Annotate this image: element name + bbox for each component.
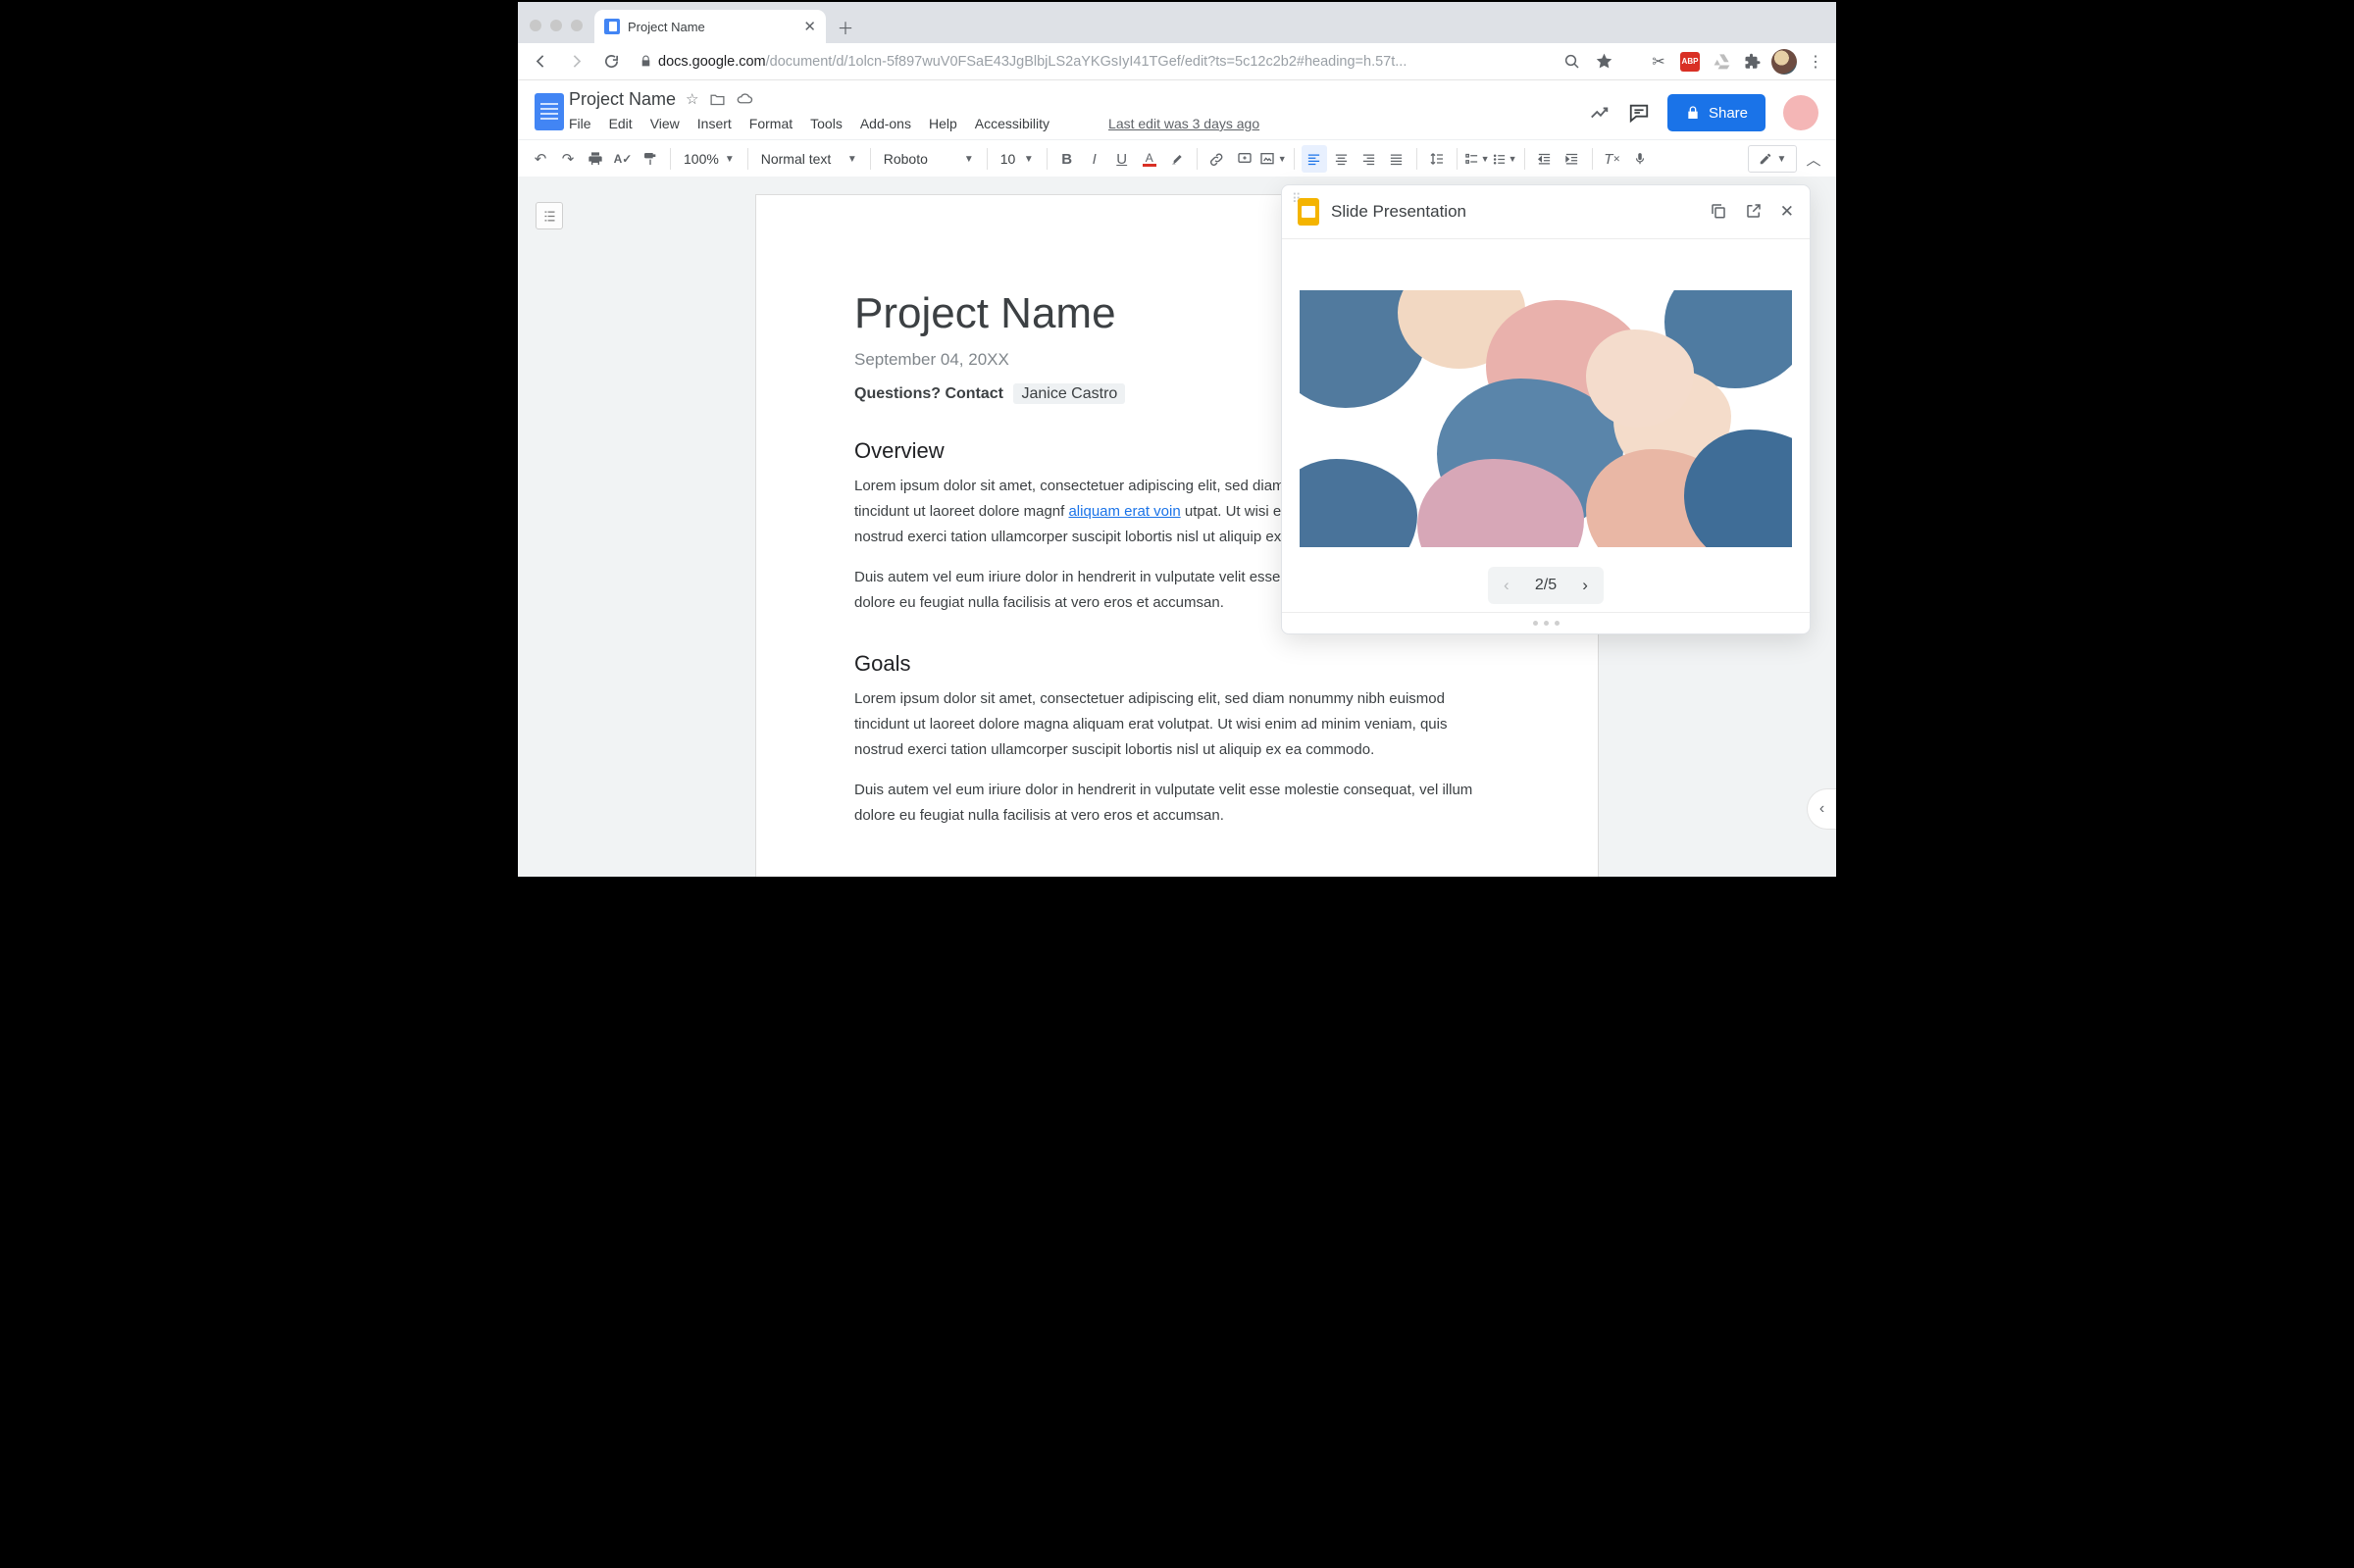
lock-icon [640, 55, 652, 68]
tab-title: Project Name [628, 20, 705, 34]
docs-logo-icon[interactable] [530, 86, 569, 137]
document-title[interactable]: Project Name [569, 89, 676, 110]
zoom-icon[interactable] [1560, 49, 1585, 75]
url-path: /document/d/1olcn-5f897wuV0FSaE43JgBlbjL… [766, 54, 1407, 70]
last-edit-link[interactable]: Last edit was 3 days ago [1108, 116, 1259, 131]
align-right-button[interactable] [1356, 145, 1382, 173]
show-outline-button[interactable] [536, 202, 563, 229]
goals-p2: Duis autem vel eum iriure dolor in hendr… [854, 778, 1500, 829]
collapse-toolbar-button[interactable]: ︿ [1801, 145, 1826, 173]
text-color-button[interactable]: A [1137, 145, 1162, 173]
back-button[interactable] [526, 47, 555, 76]
profile-avatar-icon[interactable] [1771, 49, 1797, 75]
align-left-button[interactable] [1302, 145, 1327, 173]
bookmark-star-icon[interactable] [1591, 49, 1616, 75]
url-field[interactable]: docs.google.com/document/d/1olcn-5f897wu… [632, 48, 1554, 76]
panel-title: Slide Presentation [1331, 202, 1466, 222]
align-center-button[interactable] [1329, 145, 1355, 173]
line-spacing-button[interactable] [1424, 145, 1450, 173]
expand-side-panel-button[interactable]: ‹ [1807, 788, 1836, 830]
abp-extension-icon[interactable]: ABP [1677, 49, 1703, 75]
extensions-puzzle-icon[interactable] [1740, 49, 1766, 75]
voice-typing-icon[interactable] [1627, 145, 1653, 173]
insert-image-button[interactable]: ▼ [1259, 145, 1287, 173]
share-button-label: Share [1709, 105, 1748, 122]
menu-view[interactable]: View [650, 116, 680, 131]
close-tab-icon[interactable]: ✕ [803, 18, 816, 35]
bulleted-list-button[interactable]: ▼ [1492, 145, 1517, 173]
browser-tabstrip: Project Name ✕ ＋ [518, 0, 1836, 43]
drive-extension-icon[interactable] [1709, 49, 1734, 75]
editing-mode-button[interactable]: ▼ [1748, 145, 1797, 173]
share-button[interactable]: Share [1667, 94, 1766, 131]
docs-toolbar: ↶ ↷ A✓ 100%▼ Normal text▼ Roboto▼ 10▼ B … [518, 139, 1836, 178]
align-justify-button[interactable] [1384, 145, 1409, 173]
insert-comment-button[interactable] [1232, 145, 1257, 173]
menu-accessibility[interactable]: Accessibility [975, 116, 1049, 131]
contact-chip[interactable]: Janice Castro [1013, 383, 1125, 404]
menu-insert[interactable]: Insert [697, 116, 732, 131]
minimize-window-dot[interactable] [550, 20, 562, 31]
star-document-icon[interactable]: ☆ [686, 90, 698, 108]
goals-p1: Lorem ipsum dolor sit amet, consectetuer… [854, 686, 1500, 762]
section-heading-goals: Goals [854, 651, 1500, 677]
menu-file[interactable]: File [569, 116, 591, 131]
redo-button[interactable]: ↷ [555, 145, 581, 173]
highlight-color-button[interactable] [1164, 145, 1190, 173]
comments-icon[interactable] [1628, 102, 1650, 124]
open-external-icon[interactable] [1745, 202, 1763, 222]
menu-format[interactable]: Format [749, 116, 793, 131]
prev-slide-button[interactable]: ‹ [1488, 567, 1525, 604]
italic-button[interactable]: I [1082, 145, 1107, 173]
docs-favicon [604, 19, 620, 34]
account-avatar-icon[interactable] [1783, 95, 1818, 130]
clear-formatting-button[interactable]: T✕ [1600, 145, 1625, 173]
activity-trend-icon[interactable] [1589, 102, 1611, 124]
browser-address-bar: docs.google.com/document/d/1olcn-5f897wu… [518, 43, 1836, 80]
panel-resize-handle[interactable] [1282, 612, 1810, 633]
maximize-window-dot[interactable] [571, 20, 583, 31]
font-select[interactable]: Roboto▼ [878, 146, 980, 172]
forward-button[interactable] [561, 47, 590, 76]
paint-format-button[interactable] [638, 145, 663, 173]
underline-button[interactable]: U [1109, 145, 1135, 173]
url-host: docs.google.com [658, 54, 766, 70]
undo-button[interactable]: ↶ [528, 145, 553, 173]
copy-icon[interactable] [1710, 202, 1727, 222]
insert-link-button[interactable] [1204, 145, 1230, 173]
bold-button[interactable]: B [1054, 145, 1080, 173]
scissors-extension-icon[interactable]: ✂︎ [1646, 49, 1671, 75]
docs-menu-bar: File Edit View Insert Format Tools Add-o… [569, 112, 1589, 139]
browser-menu-icon[interactable]: ⋮ [1803, 49, 1828, 75]
menu-help[interactable]: Help [929, 116, 957, 131]
print-button[interactable] [583, 145, 608, 173]
next-slide-button[interactable]: › [1566, 567, 1604, 604]
font-size-select[interactable]: 10▼ [995, 146, 1040, 172]
inline-link[interactable]: aliquam erat voin [1068, 503, 1180, 520]
slides-app-icon [1298, 198, 1319, 226]
menu-tools[interactable]: Tools [810, 116, 843, 131]
close-window-dot[interactable] [530, 20, 541, 31]
zoom-select[interactable]: 100%▼ [678, 146, 741, 172]
spellcheck-button[interactable]: A✓ [610, 145, 636, 173]
paragraph-style-select[interactable]: Normal text▼ [755, 146, 863, 172]
indent-decrease-button[interactable] [1532, 145, 1558, 173]
window-traffic-lights [530, 20, 583, 31]
slide-pager: ‹ 2/5 › [1488, 567, 1604, 604]
checklist-button[interactable]: ▼ [1464, 145, 1490, 173]
slide-page-indicator: 2/5 [1525, 577, 1566, 594]
slide-thumbnail[interactable] [1300, 290, 1792, 547]
docs-header: Project Name ☆ File Edit View Insert For… [518, 80, 1836, 139]
slide-preview-panel: ⠿ Slide Presentation ✕ [1281, 184, 1811, 634]
move-folder-icon[interactable] [709, 91, 726, 108]
cloud-status-icon[interactable] [736, 90, 753, 108]
new-tab-button[interactable]: ＋ [832, 13, 859, 40]
reload-button[interactable] [596, 47, 626, 76]
menu-addons[interactable]: Add-ons [860, 116, 911, 131]
close-icon[interactable]: ✕ [1780, 202, 1794, 222]
indent-increase-button[interactable] [1560, 145, 1585, 173]
browser-tab-active[interactable]: Project Name ✕ [594, 10, 826, 43]
menu-edit[interactable]: Edit [609, 116, 633, 131]
